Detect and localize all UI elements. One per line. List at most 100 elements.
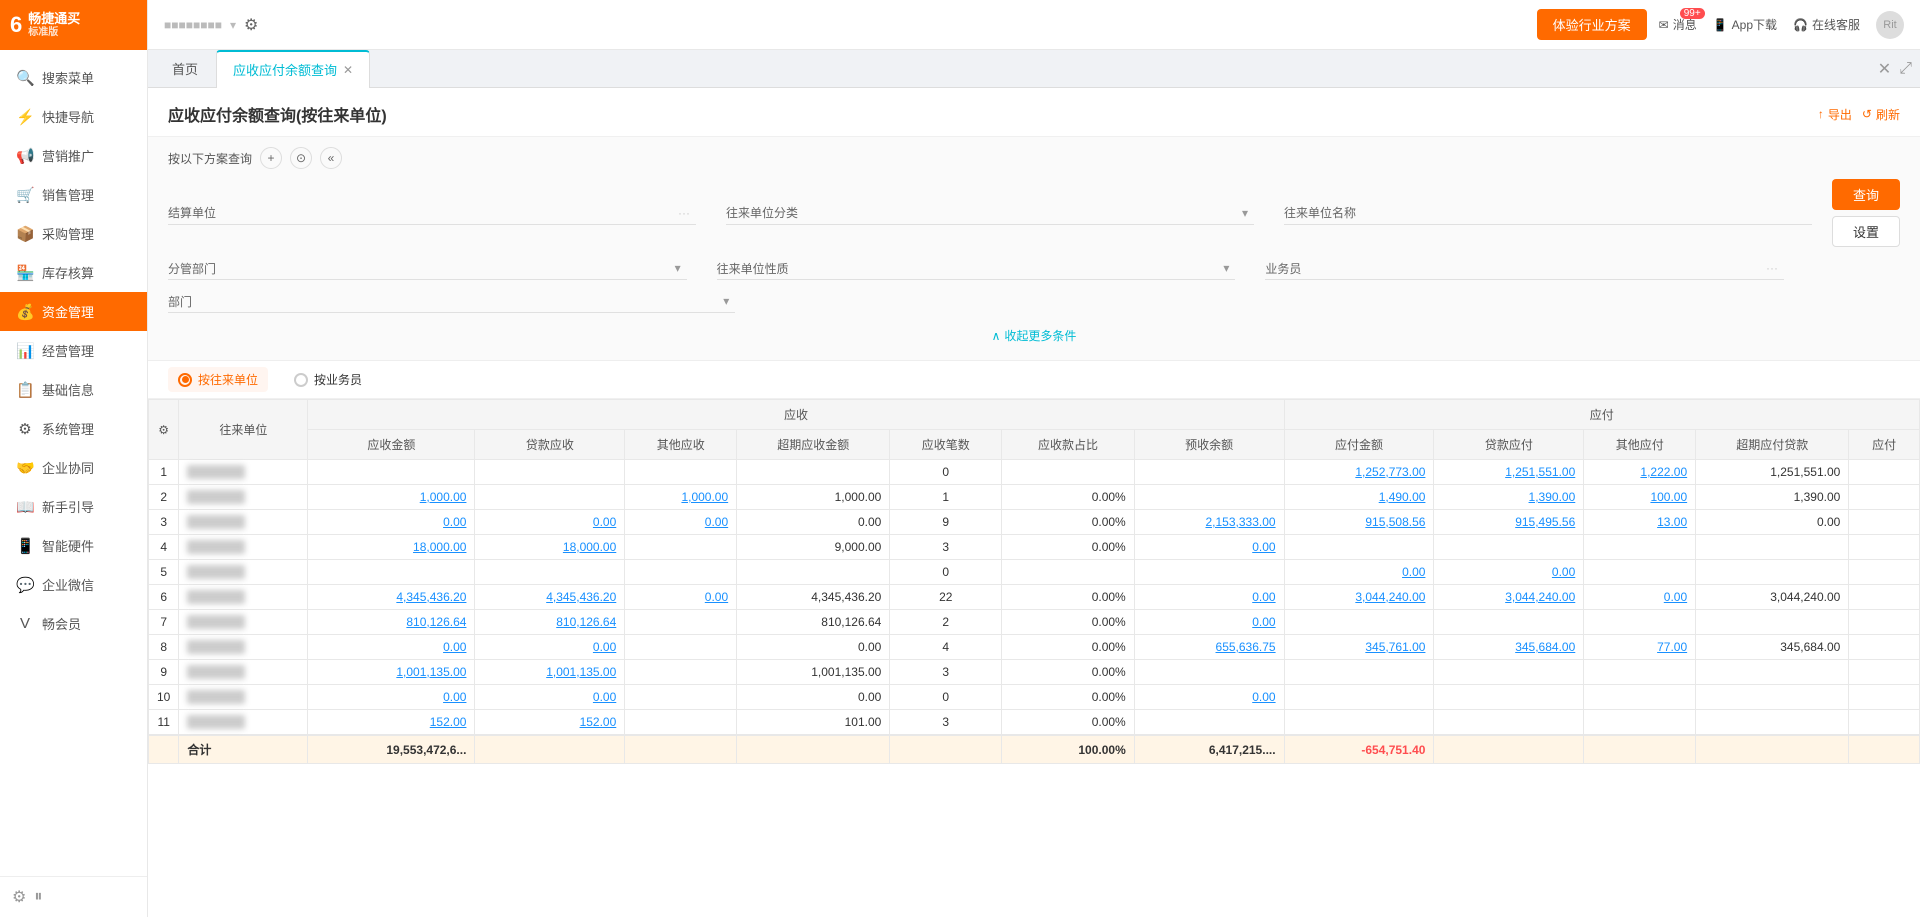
field-salesperson-dots[interactable]: ··· <box>1335 257 1784 279</box>
cell-ap-other[interactable] <box>1584 685 1696 710</box>
cell-ap-other[interactable]: 0.00 <box>1584 585 1696 610</box>
field-dept-select[interactable]: ▾ <box>228 290 735 312</box>
cell-ap-loan[interactable]: 1,251,551.00 <box>1434 460 1584 485</box>
cell-ar-loan[interactable]: 0.00 <box>475 635 625 660</box>
refresh-btn[interactable]: ↺ 刷新 <box>1862 106 1900 123</box>
cell-ar-amount[interactable]: 1,001,135.00 <box>308 660 475 685</box>
sidebar-item-销售管理[interactable]: 🛒销售管理 <box>0 175 147 214</box>
tab-close-icon[interactable]: ✕ <box>343 63 353 77</box>
cell-ar-other[interactable] <box>625 685 737 710</box>
message-item[interactable]: ✉ 消息 99+ <box>1659 16 1697 33</box>
cell-ar-loan[interactable] <box>475 560 625 585</box>
cell-ap-loan[interactable] <box>1434 660 1584 685</box>
field-settlement-unit-dots[interactable]: ··· <box>228 202 696 224</box>
sidebar-item-企业协同[interactable]: 🤝企业协同 <box>0 448 147 487</box>
cell-ar-prepay[interactable] <box>1134 485 1284 510</box>
cell-ar-loan[interactable]: 18,000.00 <box>475 535 625 560</box>
cell-ap-other[interactable] <box>1584 710 1696 736</box>
online-service-item[interactable]: 🎧 在线客服 <box>1793 16 1860 33</box>
cell-ar-prepay[interactable] <box>1134 710 1284 736</box>
gear-btn[interactable]: ⚙ <box>244 15 258 35</box>
cell-ar-prepay[interactable]: 0.00 <box>1134 535 1284 560</box>
cell-ar-prepay[interactable]: 2,153,333.00 <box>1134 510 1284 535</box>
cell-ap-loan[interactable] <box>1434 535 1584 560</box>
cell-ar-loan[interactable] <box>475 460 625 485</box>
cell-ar-other[interactable]: 0.00 <box>625 510 737 535</box>
cell-ar-amount[interactable]: 0.00 <box>308 685 475 710</box>
cell-ap-other[interactable]: 13.00 <box>1584 510 1696 535</box>
col-settings-icon[interactable]: ⚙ <box>158 423 169 437</box>
cell-ar-amount[interactable] <box>308 460 475 485</box>
sidebar-item-采购管理[interactable]: 📦采购管理 <box>0 214 147 253</box>
cell-ar-other[interactable]: 1,000.00 <box>625 485 737 510</box>
cell-ap-amount[interactable] <box>1284 610 1434 635</box>
sub-nav-by-salesperson[interactable]: 按业务员 <box>284 367 372 392</box>
cell-ar-other[interactable] <box>625 560 737 585</box>
cell-ap-other[interactable] <box>1584 660 1696 685</box>
cell-ap-other[interactable] <box>1584 560 1696 585</box>
sidebar-item-经营管理[interactable]: 📊经营管理 <box>0 331 147 370</box>
field-division-dept-select[interactable]: ▾ <box>228 257 687 279</box>
sidebar-item-企业微信[interactable]: 💬企业微信 <box>0 565 147 604</box>
cell-ar-loan[interactable]: 4,345,436.20 <box>475 585 625 610</box>
cell-ar-prepay[interactable]: 655,636.75 <box>1134 635 1284 660</box>
cell-ap-loan[interactable]: 1,390.00 <box>1434 485 1584 510</box>
cell-ap-amount[interactable]: 345,761.00 <box>1284 635 1434 660</box>
cell-ar-other[interactable] <box>625 660 737 685</box>
cell-ap-amount[interactable] <box>1284 685 1434 710</box>
cell-ar-amount[interactable]: 0.00 <box>308 510 475 535</box>
cell-ap-amount[interactable]: 915,508.56 <box>1284 510 1434 535</box>
field-partner-nature-select[interactable]: ▾ <box>789 257 1236 279</box>
cell-ar-amount[interactable]: 18,000.00 <box>308 535 475 560</box>
cell-ar-loan[interactable]: 0.00 <box>475 685 625 710</box>
sidebar-item-快捷导航[interactable]: ⚡快捷导航 <box>0 97 147 136</box>
query-button[interactable]: 查询 <box>1832 179 1900 210</box>
cell-ar-prepay[interactable]: 0.00 <box>1134 610 1284 635</box>
cell-ap-loan[interactable] <box>1434 710 1584 736</box>
tab-ar-query[interactable]: 应收应付余额查询 ✕ <box>216 50 370 88</box>
cell-ar-prepay[interactable] <box>1134 460 1284 485</box>
sidebar-item-畅会员[interactable]: V畅会员 <box>0 604 147 643</box>
cell-ap-other[interactable] <box>1584 610 1696 635</box>
cell-ar-amount[interactable]: 810,126.64 <box>308 610 475 635</box>
cell-ar-other[interactable] <box>625 535 737 560</box>
cell-ar-loan[interactable]: 152.00 <box>475 710 625 736</box>
col-settings[interactable]: ⚙ <box>149 400 179 460</box>
cell-ar-other[interactable] <box>625 610 737 635</box>
cell-ap-amount[interactable]: 1,490.00 <box>1284 485 1434 510</box>
cell-ar-prepay[interactable] <box>1134 560 1284 585</box>
sidebar-item-库存核算[interactable]: 🏪库存核算 <box>0 253 147 292</box>
cell-ap-amount[interactable]: 1,252,773.00 <box>1284 460 1434 485</box>
cell-ar-loan[interactable] <box>475 485 625 510</box>
tab-home[interactable]: 首页 <box>156 50 214 88</box>
sidebar-item-新手引导[interactable]: 📖新手引导 <box>0 487 147 526</box>
sub-nav-by-unit[interactable]: 按往来单位 <box>168 367 268 392</box>
user-avatar[interactable]: Rit <box>1876 11 1904 39</box>
cell-ap-amount[interactable]: 0.00 <box>1284 560 1434 585</box>
cell-ap-loan[interactable] <box>1434 610 1584 635</box>
cell-ap-other[interactable]: 77.00 <box>1584 635 1696 660</box>
cell-ar-amount[interactable]: 4,345,436.20 <box>308 585 475 610</box>
app-download-item[interactable]: 📱 App下载 <box>1713 16 1777 33</box>
close-window-icon[interactable]: ✕ <box>1878 59 1891 79</box>
filter-collapse-btn[interactable]: « <box>320 147 342 169</box>
cell-ar-amount[interactable]: 152.00 <box>308 710 475 736</box>
cell-ar-other[interactable] <box>625 710 737 736</box>
field-partner-name-input[interactable] <box>1356 202 1812 224</box>
settings-icon[interactable]: ⚙ <box>12 887 26 907</box>
cell-ap-other[interactable]: 1,222.00 <box>1584 460 1696 485</box>
cell-ar-amount[interactable] <box>308 560 475 585</box>
collapse-icon[interactable]: ⏸ <box>34 888 42 906</box>
industry-btn[interactable]: 体验行业方案 <box>1537 9 1647 40</box>
cell-ap-loan[interactable]: 915,495.56 <box>1434 510 1584 535</box>
cell-ap-loan[interactable] <box>1434 685 1584 710</box>
export-btn[interactable]: ↑ 导出 <box>1818 106 1852 123</box>
cell-ar-prepay[interactable] <box>1134 660 1284 685</box>
sidebar-item-系统管理[interactable]: ⚙系统管理 <box>0 409 147 448</box>
cell-ap-amount[interactable] <box>1284 710 1434 736</box>
cell-ap-amount[interactable] <box>1284 660 1434 685</box>
cell-ar-amount[interactable]: 1,000.00 <box>308 485 475 510</box>
cell-ap-other[interactable]: 100.00 <box>1584 485 1696 510</box>
sidebar-item-智能硬件[interactable]: 📱智能硬件 <box>0 526 147 565</box>
cell-ar-other[interactable] <box>625 635 737 660</box>
